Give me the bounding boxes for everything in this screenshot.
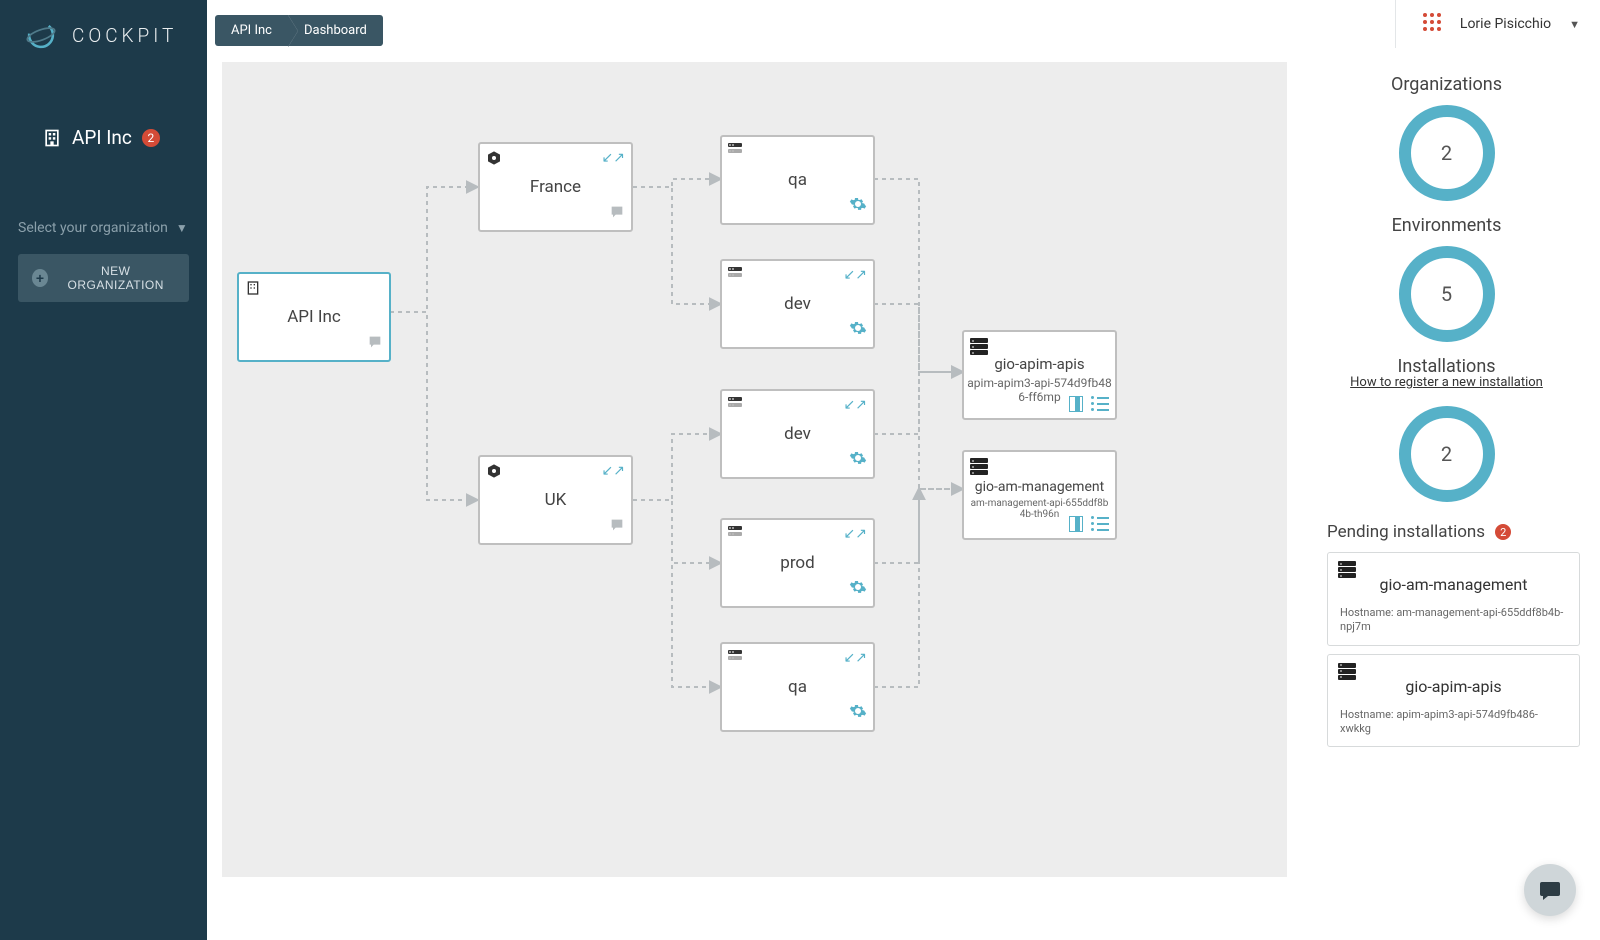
- hexagon-icon: [486, 150, 502, 170]
- hexagon-icon: [486, 463, 502, 483]
- summary-installs-count: 2: [1399, 406, 1495, 502]
- breadcrumb: API Inc Dashboard: [215, 15, 383, 46]
- node-datacenter-uk[interactable]: ↙↗ UK: [478, 455, 633, 545]
- list-icon[interactable]: [1091, 516, 1109, 532]
- collapse-icon[interactable]: ↙↗: [602, 463, 625, 479]
- sidebar-org[interactable]: API Inc 2: [0, 110, 207, 165]
- node-env-qa[interactable]: qa: [720, 135, 875, 225]
- layers-icon: [728, 526, 742, 538]
- node-actions: [1069, 396, 1109, 412]
- comment-icon[interactable]: [609, 204, 625, 224]
- node-org-root[interactable]: API Inc: [237, 272, 391, 362]
- pending-hostname: Hostname: apim-apim3-api-574d9fb486-xwkk…: [1340, 708, 1567, 737]
- new-organization-button[interactable]: + NEW ORGANIZATION: [18, 254, 189, 302]
- collapse-icon[interactable]: ↙↗: [844, 267, 867, 283]
- panel-icon[interactable]: [1069, 396, 1083, 412]
- pending-title: gio-apim-apis: [1340, 677, 1567, 696]
- chat-button[interactable]: [1524, 864, 1576, 916]
- node-install-apim[interactable]: gio-apim-apis apim-apim3-api-574d9fb486-…: [962, 330, 1117, 420]
- node-install-am[interactable]: gio-am-management am-management-api-655d…: [962, 450, 1117, 540]
- node-title: gio-apim-apis: [994, 355, 1084, 373]
- node-title: France: [530, 177, 581, 197]
- gear-icon[interactable]: [849, 578, 867, 600]
- node-env-prod[interactable]: ↙↗ prod: [720, 518, 875, 608]
- collapse-icon[interactable]: ↙↗: [602, 150, 625, 166]
- plus-icon: +: [32, 269, 48, 287]
- node-title: API Inc: [287, 307, 341, 327]
- user-name: Lorie Pisicchio: [1460, 16, 1551, 32]
- gear-icon[interactable]: [849, 195, 867, 217]
- topology-canvas[interactable]: API Inc ↙↗ France ↙↗ UK qa ↙↗ dev: [222, 62, 1287, 877]
- pending-install-card[interactable]: gio-apim-apis Hostname: apim-apim3-api-5…: [1327, 654, 1580, 748]
- apps-grid-icon[interactable]: [1422, 12, 1442, 37]
- layers-icon: [728, 267, 742, 279]
- breadcrumb-label: API Inc: [231, 23, 272, 38]
- node-datacenter-france[interactable]: ↙↗ France: [478, 142, 633, 232]
- breadcrumb-item[interactable]: API Inc: [215, 15, 288, 46]
- node-title: dev: [784, 424, 811, 444]
- summary-orgs-heading: Organizations: [1313, 74, 1580, 95]
- pending-label: Pending installations: [1327, 522, 1485, 542]
- org-badge: 2: [142, 129, 160, 147]
- org-name: API Inc: [72, 126, 132, 149]
- pending-install-card[interactable]: gio-am-management Hostname: am-managemen…: [1327, 552, 1580, 646]
- node-title: qa: [788, 677, 807, 697]
- chevron-down-icon: ▼: [176, 221, 188, 235]
- building-icon: [42, 128, 62, 148]
- server-icon: [970, 458, 988, 476]
- server-icon: [1338, 561, 1356, 579]
- server-icon: [1338, 663, 1356, 681]
- app-name: COCKPIT: [72, 24, 177, 47]
- summary-panel: Organizations 2 Environments 5 Installat…: [1303, 60, 1600, 775]
- node-title: gio-am-management: [975, 479, 1104, 495]
- node-env-dev[interactable]: ↙↗ dev: [720, 259, 875, 349]
- pending-installs-heading: Pending installations 2: [1327, 522, 1580, 542]
- building-icon: [245, 280, 261, 300]
- register-installation-link[interactable]: How to register a new installation: [1313, 375, 1580, 390]
- summary-envs-heading: Environments: [1313, 215, 1580, 236]
- gear-icon[interactable]: [849, 702, 867, 724]
- gear-icon[interactable]: [849, 449, 867, 471]
- node-actions: [1069, 516, 1109, 532]
- layers-icon: [728, 143, 742, 155]
- sidebar: COCKPIT API Inc 2 Select your organizati…: [0, 0, 207, 940]
- breadcrumb-item[interactable]: Dashboard: [288, 15, 383, 46]
- node-env-qa-2[interactable]: ↙↗ qa: [720, 642, 875, 732]
- select-organization[interactable]: Select your organization ▼: [0, 220, 207, 236]
- pending-hostname: Hostname: am-management-api-655ddf8b4b-n…: [1340, 606, 1567, 635]
- node-title: qa: [788, 170, 807, 190]
- node-title: UK: [545, 490, 567, 510]
- list-icon[interactable]: [1091, 396, 1109, 412]
- breadcrumb-label: Dashboard: [304, 23, 367, 38]
- summary-installs-heading: Installations: [1313, 356, 1580, 377]
- pending-badge: 2: [1495, 524, 1511, 540]
- collapse-icon[interactable]: ↙↗: [844, 650, 867, 666]
- node-title: prod: [780, 553, 814, 573]
- chevron-down-icon: ▼: [1569, 18, 1580, 31]
- logo: COCKPIT: [0, 0, 207, 70]
- new-org-label: NEW ORGANIZATION: [56, 264, 175, 292]
- panel-icon[interactable]: [1069, 516, 1083, 532]
- node-env-dev-2[interactable]: ↙↗ dev: [720, 389, 875, 479]
- comment-icon[interactable]: [367, 334, 383, 354]
- select-org-label: Select your organization: [18, 220, 168, 236]
- comment-icon[interactable]: [609, 517, 625, 537]
- collapse-icon[interactable]: ↙↗: [844, 526, 867, 542]
- gear-icon[interactable]: [849, 319, 867, 341]
- pending-title: gio-am-management: [1340, 575, 1567, 594]
- summary-envs-count: 5: [1399, 246, 1495, 342]
- user-menu[interactable]: Lorie Pisicchio ▼: [1395, 0, 1580, 48]
- summary-orgs-count: 2: [1399, 105, 1495, 201]
- gravitee-logo-icon: [24, 18, 58, 52]
- server-icon: [970, 338, 988, 356]
- layers-icon: [728, 650, 742, 662]
- layers-icon: [728, 397, 742, 409]
- chat-icon: [1538, 878, 1562, 902]
- node-title: dev: [784, 294, 811, 314]
- header: API Inc Dashboard Lorie Pisicchio ▼: [207, 0, 1600, 48]
- collapse-icon[interactable]: ↙↗: [844, 397, 867, 413]
